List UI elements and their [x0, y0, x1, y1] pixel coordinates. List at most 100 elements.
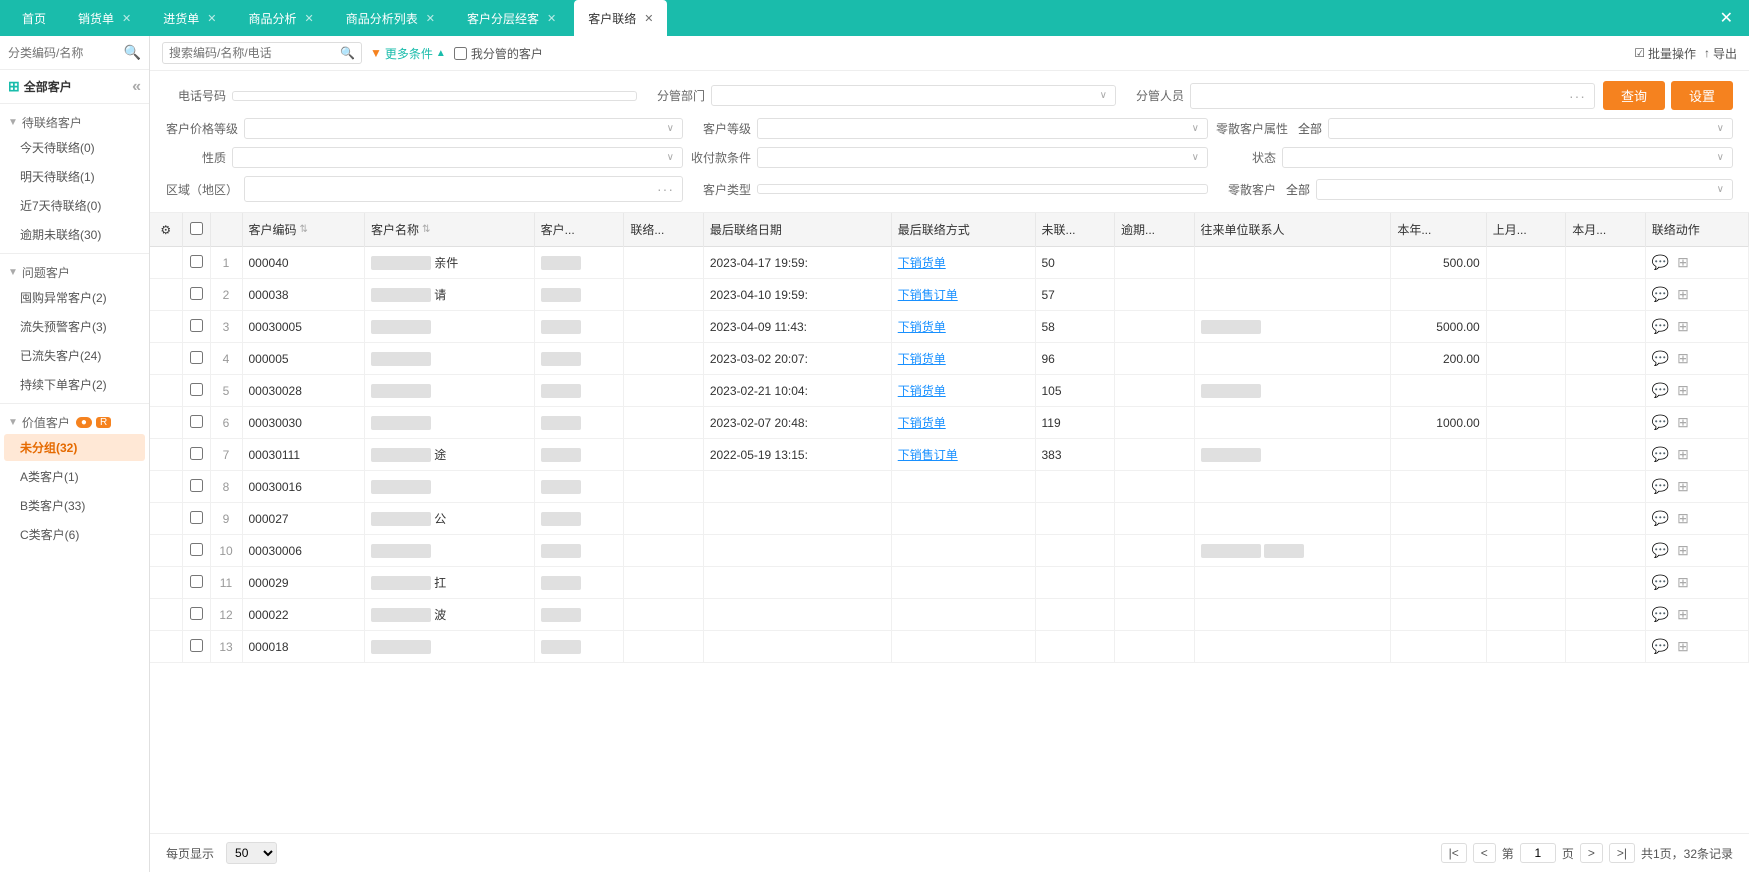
grid-icon[interactable]: ⊞ [1677, 286, 1689, 303]
sidebar-collapse-icon[interactable]: « [132, 79, 141, 95]
grid-icon[interactable]: ⊞ [1677, 318, 1689, 335]
row-checkbox[interactable] [190, 255, 203, 268]
chat-icon[interactable]: 💬 [1652, 286, 1669, 303]
col-contact[interactable]: 联络... [624, 213, 704, 247]
row-last-contact-method[interactable]: 下销售订单 [891, 279, 1035, 311]
row-last-contact-method[interactable]: 下销货单 [891, 343, 1035, 375]
col-last-contact-method[interactable]: 最后联络方式 [891, 213, 1035, 247]
contact-method-link[interactable]: 下销售订单 [898, 288, 958, 302]
contact-method-link[interactable]: 下销货单 [898, 320, 946, 334]
sidebar-item-hold-order[interactable]: 持续下单客户(2) [4, 371, 145, 398]
chat-icon[interactable]: 💬 [1652, 318, 1669, 335]
col-overdue[interactable]: 逾期... [1115, 213, 1195, 247]
grid-icon[interactable]: ⊞ [1677, 606, 1689, 623]
filter-search-icon[interactable]: 🔍 [340, 46, 355, 60]
row-last-contact-method[interactable] [891, 599, 1035, 631]
col-this-year[interactable]: 本年... [1391, 213, 1486, 247]
sidebar-item-overdue-pending[interactable]: 逾期未联络(30) [4, 221, 145, 248]
nature-input[interactable]: ∨ [232, 147, 683, 168]
query-button[interactable]: 查询 [1603, 81, 1665, 110]
customer-type-input[interactable] [757, 184, 1208, 194]
close-sales-icon[interactable]: ✕ [122, 12, 131, 25]
chat-icon[interactable]: 💬 [1652, 510, 1669, 527]
close-purchase-icon[interactable]: ✕ [207, 12, 216, 25]
sidebar-item-week-pending[interactable]: 近7天待联络(0) [4, 192, 145, 219]
row-checkbox[interactable] [190, 415, 203, 428]
contact-method-link[interactable]: 下销货单 [898, 352, 946, 366]
phone-input[interactable] [232, 91, 637, 101]
sidebar-value-customers-group[interactable]: ▼ 价值客户 ● R [0, 408, 149, 433]
nav-tab-goods-analysis-list[interactable]: 商品分析列表 ✕ [332, 0, 449, 36]
price-level-input[interactable]: ∨ [244, 118, 683, 139]
nav-tab-purchase[interactable]: 进货单 ✕ [149, 0, 230, 36]
row-last-contact-method[interactable] [891, 503, 1035, 535]
row-checkbox[interactable] [190, 351, 203, 364]
row-checkbox[interactable] [190, 543, 203, 556]
nav-tab-customer-layer[interactable]: 客户分层经客 ✕ [453, 0, 570, 36]
close-customer-layer-icon[interactable]: ✕ [547, 12, 556, 25]
sidebar-item-unclassified[interactable]: 未分组(32) [4, 434, 145, 461]
dept-input[interactable]: ∨ [711, 85, 1116, 106]
sidebar-item-class-a[interactable]: A类客户(1) [4, 463, 145, 490]
row-last-contact-method[interactable] [891, 567, 1035, 599]
row-last-contact-method[interactable]: 下销货单 [891, 375, 1035, 407]
zero-retail-input[interactable]: ∨ [1316, 179, 1733, 200]
chat-icon[interactable]: 💬 [1652, 574, 1669, 591]
nav-tab-home[interactable]: 首页 [8, 0, 60, 36]
contact-method-link[interactable]: 下销货单 [898, 384, 946, 398]
sidebar-item-lost-customers[interactable]: 已流失客户(24) [4, 342, 145, 369]
sidebar-problem-customers-group[interactable]: ▼ 问题客户 [0, 258, 149, 283]
filter-search-input[interactable] [169, 46, 336, 60]
chat-icon[interactable]: 💬 [1652, 446, 1669, 463]
window-close-button[interactable]: ✕ [1712, 8, 1741, 28]
close-goods-analysis-icon[interactable]: ✕ [305, 12, 314, 25]
grid-icon[interactable]: ⊞ [1677, 254, 1689, 271]
row-last-contact-method[interactable]: 下销货单 [891, 407, 1035, 439]
zero-retail-attr-input[interactable]: ∨ [1328, 118, 1733, 139]
first-page-button[interactable]: |< [1441, 843, 1467, 863]
batch-op-button[interactable]: ☑ 批量操作 [1634, 45, 1696, 62]
col-code[interactable]: 客户编码⇅ [242, 213, 364, 247]
sidebar-item-class-b[interactable]: B类客户(33) [4, 492, 145, 519]
chat-icon[interactable]: 💬 [1652, 542, 1669, 559]
nav-tab-goods-analysis[interactable]: 商品分析 ✕ [234, 0, 327, 36]
row-checkbox[interactable] [190, 479, 203, 492]
row-checkbox[interactable] [190, 639, 203, 652]
col-unit-contact[interactable]: 往来单位联系人 [1194, 213, 1391, 247]
my-customers-checkbox[interactable]: 我分管的客户 [454, 45, 543, 62]
row-last-contact-method[interactable]: 下销货单 [891, 311, 1035, 343]
more-filters-button[interactable]: ▼ 更多条件 ▲ [370, 45, 446, 62]
chat-icon[interactable]: 💬 [1652, 414, 1669, 431]
payment-input[interactable]: ∨ [757, 147, 1208, 168]
chat-icon[interactable]: 💬 [1652, 478, 1669, 495]
col-last-month[interactable]: 上月... [1486, 213, 1566, 247]
grid-icon[interactable]: ⊞ [1677, 510, 1689, 527]
row-last-contact-method[interactable] [891, 631, 1035, 663]
chat-icon[interactable]: 💬 [1652, 638, 1669, 655]
col-name[interactable]: 客户名称⇅ [364, 213, 534, 247]
row-checkbox[interactable] [190, 511, 203, 524]
sidebar-item-abnormal-purchase[interactable]: 囤购异常客户(2) [4, 284, 145, 311]
row-checkbox[interactable] [190, 447, 203, 460]
row-checkbox[interactable] [190, 319, 203, 332]
person-input[interactable]: ··· [1190, 83, 1595, 109]
sidebar-search-icon[interactable]: 🔍 [124, 44, 141, 61]
row-checkbox[interactable] [190, 575, 203, 588]
grid-icon[interactable]: ⊞ [1677, 414, 1689, 431]
sidebar-search-input[interactable] [8, 46, 120, 60]
grid-icon[interactable]: ⊞ [1677, 574, 1689, 591]
per-page-select[interactable]: 50 100 200 [226, 842, 277, 864]
region-input[interactable]: ··· [244, 176, 683, 202]
chat-icon[interactable]: 💬 [1652, 606, 1669, 623]
last-page-button[interactable]: >| [1609, 843, 1635, 863]
chat-icon[interactable]: 💬 [1652, 350, 1669, 367]
grid-icon[interactable]: ⊞ [1677, 382, 1689, 399]
row-checkbox[interactable] [190, 383, 203, 396]
contact-method-link[interactable]: 下销售订单 [898, 448, 958, 462]
next-page-button[interactable]: > [1580, 843, 1603, 863]
sidebar-item-today-pending[interactable]: 今天待联络(0) [4, 134, 145, 161]
settings-icon[interactable]: ⚙ [160, 223, 171, 237]
prev-page-button[interactable]: < [1473, 843, 1496, 863]
sidebar-all-customers[interactable]: ⊞ 全部客户 « [0, 70, 149, 99]
page-number-input[interactable] [1520, 843, 1556, 863]
